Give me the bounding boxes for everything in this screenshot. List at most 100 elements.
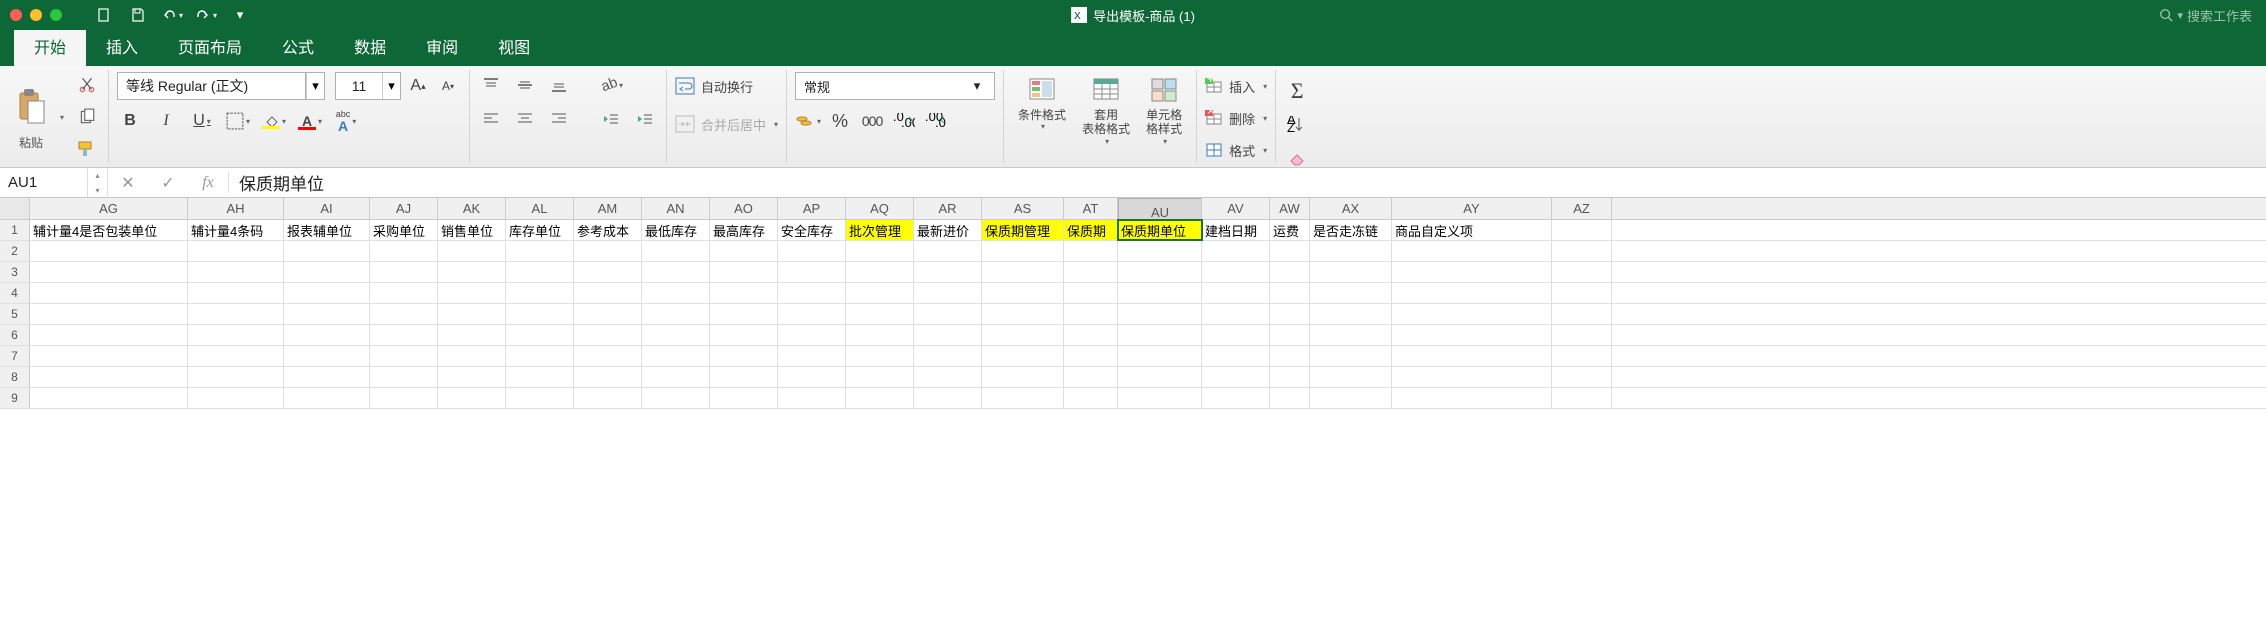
- cell-AM1[interactable]: 参考成本: [574, 220, 642, 240]
- cell-AV8[interactable]: [1202, 367, 1270, 387]
- cell-AJ4[interactable]: [370, 283, 438, 303]
- col-header-AO[interactable]: AO: [710, 198, 778, 219]
- cell-AH8[interactable]: [188, 367, 284, 387]
- name-box-stepper[interactable]: ▴▾: [88, 168, 108, 198]
- cell-AZ4[interactable]: [1552, 283, 1612, 303]
- cell-AV4[interactable]: [1202, 283, 1270, 303]
- cell-AN3[interactable]: [642, 262, 710, 282]
- search-sheet[interactable]: ▾ 搜索工作表: [2145, 6, 2266, 25]
- cell-AQ6[interactable]: [846, 325, 914, 345]
- redo-icon[interactable]: ▾: [192, 3, 220, 27]
- cell-AS4[interactable]: [982, 283, 1064, 303]
- cell-AY1[interactable]: 商品自定义项: [1392, 220, 1552, 240]
- decrease-font-icon[interactable]: A▾: [435, 73, 461, 99]
- cell-AW8[interactable]: [1270, 367, 1310, 387]
- cell-AP1[interactable]: 安全库存: [778, 220, 846, 240]
- tab-插入[interactable]: 插入: [86, 26, 158, 66]
- col-header-AY[interactable]: AY: [1392, 198, 1552, 219]
- cell-AR1[interactable]: 最新进价: [914, 220, 982, 240]
- col-header-AQ[interactable]: AQ: [846, 198, 914, 219]
- cell-AL7[interactable]: [506, 346, 574, 366]
- clear-icon[interactable]: [1284, 146, 1310, 172]
- autosum-icon[interactable]: Σ: [1284, 78, 1310, 104]
- cell-AZ1[interactable]: [1552, 220, 1612, 240]
- cell-AN8[interactable]: [642, 367, 710, 387]
- cell-AP5[interactable]: [778, 304, 846, 324]
- cell-AL3[interactable]: [506, 262, 574, 282]
- cell-AS8[interactable]: [982, 367, 1064, 387]
- cell-AS2[interactable]: [982, 241, 1064, 261]
- decrease-decimal-icon[interactable]: .00.0: [923, 108, 949, 134]
- cell-AK1[interactable]: 销售单位: [438, 220, 506, 240]
- cell-AR8[interactable]: [914, 367, 982, 387]
- borders-button[interactable]: ▾: [225, 108, 251, 134]
- cell-AG4[interactable]: [30, 283, 188, 303]
- cell-AJ1[interactable]: 采购单位: [370, 220, 438, 240]
- col-header-AX[interactable]: AX: [1310, 198, 1392, 219]
- cell-AX8[interactable]: [1310, 367, 1392, 387]
- cell-AS7[interactable]: [982, 346, 1064, 366]
- cell-AQ5[interactable]: [846, 304, 914, 324]
- cell-AL6[interactable]: [506, 325, 574, 345]
- decrease-indent-icon[interactable]: [598, 106, 624, 132]
- cancel-formula-icon[interactable]: ✕: [108, 168, 148, 197]
- italic-button[interactable]: I: [153, 108, 179, 134]
- cell-AR9[interactable]: [914, 388, 982, 408]
- cell-AH1[interactable]: 辅计量4条码: [188, 220, 284, 240]
- cell-AZ8[interactable]: [1552, 367, 1612, 387]
- tab-数据[interactable]: 数据: [334, 26, 406, 66]
- cell-AQ1[interactable]: 批次管理: [846, 220, 914, 240]
- cell-AT4[interactable]: [1064, 283, 1118, 303]
- cell-AQ7[interactable]: [846, 346, 914, 366]
- align-bottom-icon[interactable]: [546, 72, 572, 98]
- cell-AM8[interactable]: [574, 367, 642, 387]
- cell-AJ3[interactable]: [370, 262, 438, 282]
- delete-cells-button[interactable]: × 删除▾: [1205, 104, 1267, 132]
- cell-AT7[interactable]: [1064, 346, 1118, 366]
- cell-AM9[interactable]: [574, 388, 642, 408]
- cell-AY5[interactable]: [1392, 304, 1552, 324]
- cell-AK7[interactable]: [438, 346, 506, 366]
- cell-AS5[interactable]: [982, 304, 1064, 324]
- cell-AG9[interactable]: [30, 388, 188, 408]
- cell-AQ3[interactable]: [846, 262, 914, 282]
- cell-AR4[interactable]: [914, 283, 982, 303]
- cell-AJ5[interactable]: [370, 304, 438, 324]
- col-header-AR[interactable]: AR: [914, 198, 982, 219]
- cell-AQ8[interactable]: [846, 367, 914, 387]
- cell-AM3[interactable]: [574, 262, 642, 282]
- cell-AK3[interactable]: [438, 262, 506, 282]
- qat-customize-icon[interactable]: ▾: [226, 3, 254, 27]
- cell-AX7[interactable]: [1310, 346, 1392, 366]
- cell-AJ7[interactable]: [370, 346, 438, 366]
- cell-AZ6[interactable]: [1552, 325, 1612, 345]
- cell-AH9[interactable]: [188, 388, 284, 408]
- row-header-1[interactable]: 1: [0, 220, 30, 240]
- col-header-AK[interactable]: AK: [438, 198, 506, 219]
- cell-AH5[interactable]: [188, 304, 284, 324]
- cell-AT6[interactable]: [1064, 325, 1118, 345]
- cell-AK5[interactable]: [438, 304, 506, 324]
- cell-AG3[interactable]: [30, 262, 188, 282]
- cell-AQ4[interactable]: [846, 283, 914, 303]
- cell-AX2[interactable]: [1310, 241, 1392, 261]
- cell-AY9[interactable]: [1392, 388, 1552, 408]
- undo-icon[interactable]: ▾: [158, 3, 186, 27]
- cell-AL1[interactable]: 库存单位: [506, 220, 574, 240]
- cell-AY3[interactable]: [1392, 262, 1552, 282]
- cell-AK8[interactable]: [438, 367, 506, 387]
- cell-AO1[interactable]: 最高库存: [710, 220, 778, 240]
- cell-AT3[interactable]: [1064, 262, 1118, 282]
- cell-AN5[interactable]: [642, 304, 710, 324]
- increase-font-icon[interactable]: A▴: [405, 73, 431, 99]
- wrap-text-button[interactable]: 自动换行: [675, 72, 778, 100]
- new-file-icon[interactable]: [90, 3, 118, 27]
- col-header-AL[interactable]: AL: [506, 198, 574, 219]
- cell-AZ7[interactable]: [1552, 346, 1612, 366]
- tab-审阅[interactable]: 审阅: [406, 26, 478, 66]
- cell-AS9[interactable]: [982, 388, 1064, 408]
- cell-AG6[interactable]: [30, 325, 188, 345]
- cell-AZ2[interactable]: [1552, 241, 1612, 261]
- cell-AV7[interactable]: [1202, 346, 1270, 366]
- cell-AJ8[interactable]: [370, 367, 438, 387]
